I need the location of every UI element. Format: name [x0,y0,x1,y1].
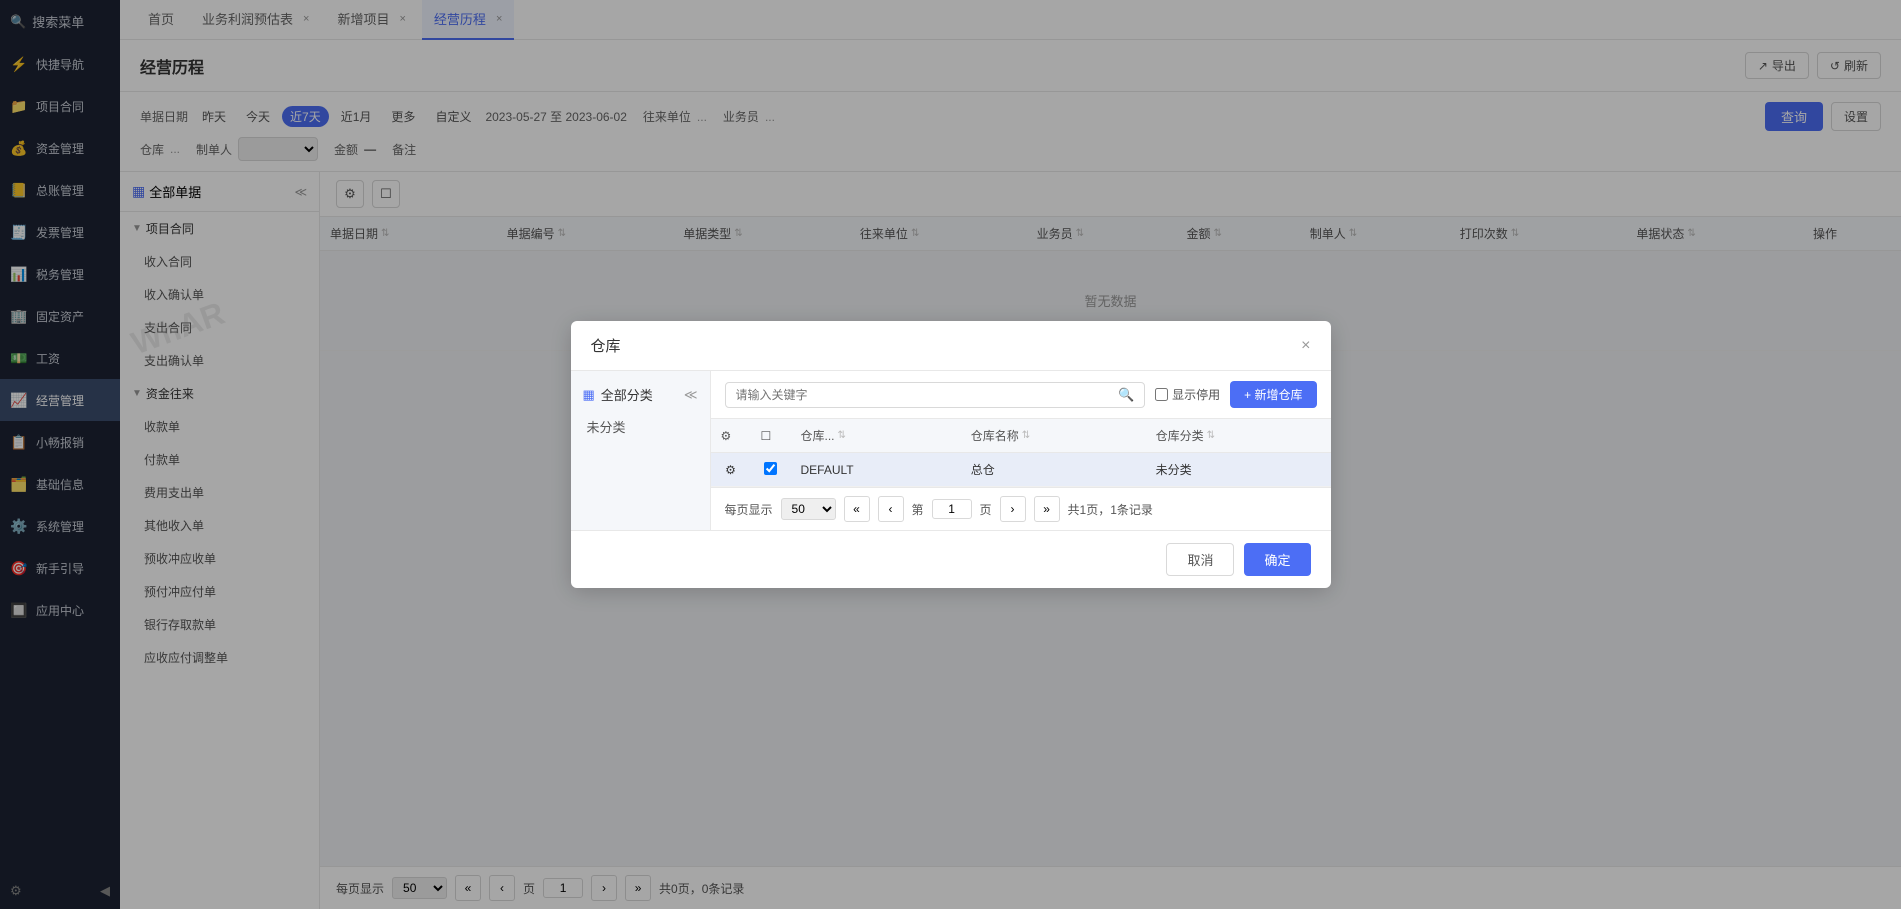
modal-category-unclassified[interactable]: 未分类 [571,410,710,443]
modal-page-input[interactable] [932,499,972,519]
modal-prev-page-btn[interactable]: ‹ [878,496,904,522]
row-1-settings: ⚙ [711,453,751,487]
modal-col-code: 仓库... ⇅ [791,419,961,453]
modal-footer: 取消 确定 [571,530,1331,588]
show-disabled-input[interactable] [1155,388,1168,401]
modal-table-wrapper: ⚙ ☐ 仓库... ⇅ 仓库名称 [711,419,1331,487]
modal-first-page-btn[interactable]: « [844,496,870,522]
modal-toolbar: 🔍 显示停用 + 新增仓库 [711,371,1331,419]
modal-table-header: ⚙ ☐ 仓库... ⇅ 仓库名称 [711,419,1331,453]
add-warehouse-button[interactable]: + 新增仓库 [1230,381,1316,408]
modal-page-size-label: 每页显示 [725,501,773,518]
row-1-checkbox-input[interactable] [764,462,777,475]
modal-col-category: 仓库分类 ⇅ [1146,419,1331,453]
row-settings-icon[interactable]: ⚙ [725,463,736,477]
modal-category-label: 未分类 [587,420,626,435]
cancel-button[interactable]: 取消 [1166,543,1234,576]
row-1-code: DEFAULT [791,453,961,487]
row-1-name: 总仓 [961,453,1146,487]
modal-left-header: ▦ 全部分类 ≪ [571,379,710,410]
modal-body: ▦ 全部分类 ≪ 未分类 🔍 显示停用 [571,371,1331,530]
modal-page-size-select[interactable]: 50 100 [781,498,836,520]
modal-page-suffix: 页 [980,501,992,518]
modal-close-button[interactable]: × [1301,337,1310,355]
warehouse-row-1[interactable]: ⚙ DEFAULT 总仓 未分类 [711,453,1331,487]
row-1-checkbox [751,453,791,487]
modal-warehouse-table: ⚙ ☐ 仓库... ⇅ 仓库名称 [711,419,1331,487]
modal-left-header-label: 全部分类 [601,385,653,404]
modal-last-page-btn[interactable]: » [1034,496,1060,522]
search-box: 🔍 [725,382,1146,408]
modal-total-text: 共1页，1条记录 [1068,501,1153,518]
show-disabled-checkbox[interactable]: 显示停用 [1155,386,1220,403]
warehouse-modal: 仓库 × ▦ 全部分类 ≪ 未分类 [571,321,1331,588]
modal-page-label: 第 [912,501,924,518]
sort-icon-wh-name: ⇅ [1022,430,1030,441]
search-icon: 🔍 [1118,387,1134,403]
modal-table-header-row: ⚙ ☐ 仓库... ⇅ 仓库名称 [711,419,1331,453]
sort-icon-wh-category: ⇅ [1207,430,1215,441]
modal-left-panel: ▦ 全部分类 ≪ 未分类 [571,371,711,530]
modal-col-settings: ⚙ [711,419,751,453]
modal-title: 仓库 [591,335,621,356]
confirm-button[interactable]: 确定 [1244,543,1310,576]
modal-header: 仓库 × [571,321,1331,371]
modal-col-checkbox: ☐ [751,419,791,453]
modal-right-panel: 🔍 显示停用 + 新增仓库 ⚙ ☐ [711,371,1331,530]
modal-overlay: 仓库 × ▦ 全部分类 ≪ 未分类 [0,0,1901,909]
modal-col-name: 仓库名称 ⇅ [961,419,1146,453]
modal-grid-icon: ▦ [583,387,595,403]
show-disabled-label: 显示停用 [1172,386,1220,403]
sort-icon-code: ⇅ [838,430,846,441]
modal-pagination: 每页显示 50 100 « ‹ 第 页 › » 共1页，1条记录 [711,487,1331,530]
modal-next-page-btn[interactable]: › [1000,496,1026,522]
modal-collapse-button[interactable]: ≪ [684,387,698,403]
modal-table-body: ⚙ DEFAULT 总仓 未分类 [711,453,1331,487]
row-1-category: 未分类 [1146,453,1331,487]
modal-search-input[interactable] [736,388,1112,402]
